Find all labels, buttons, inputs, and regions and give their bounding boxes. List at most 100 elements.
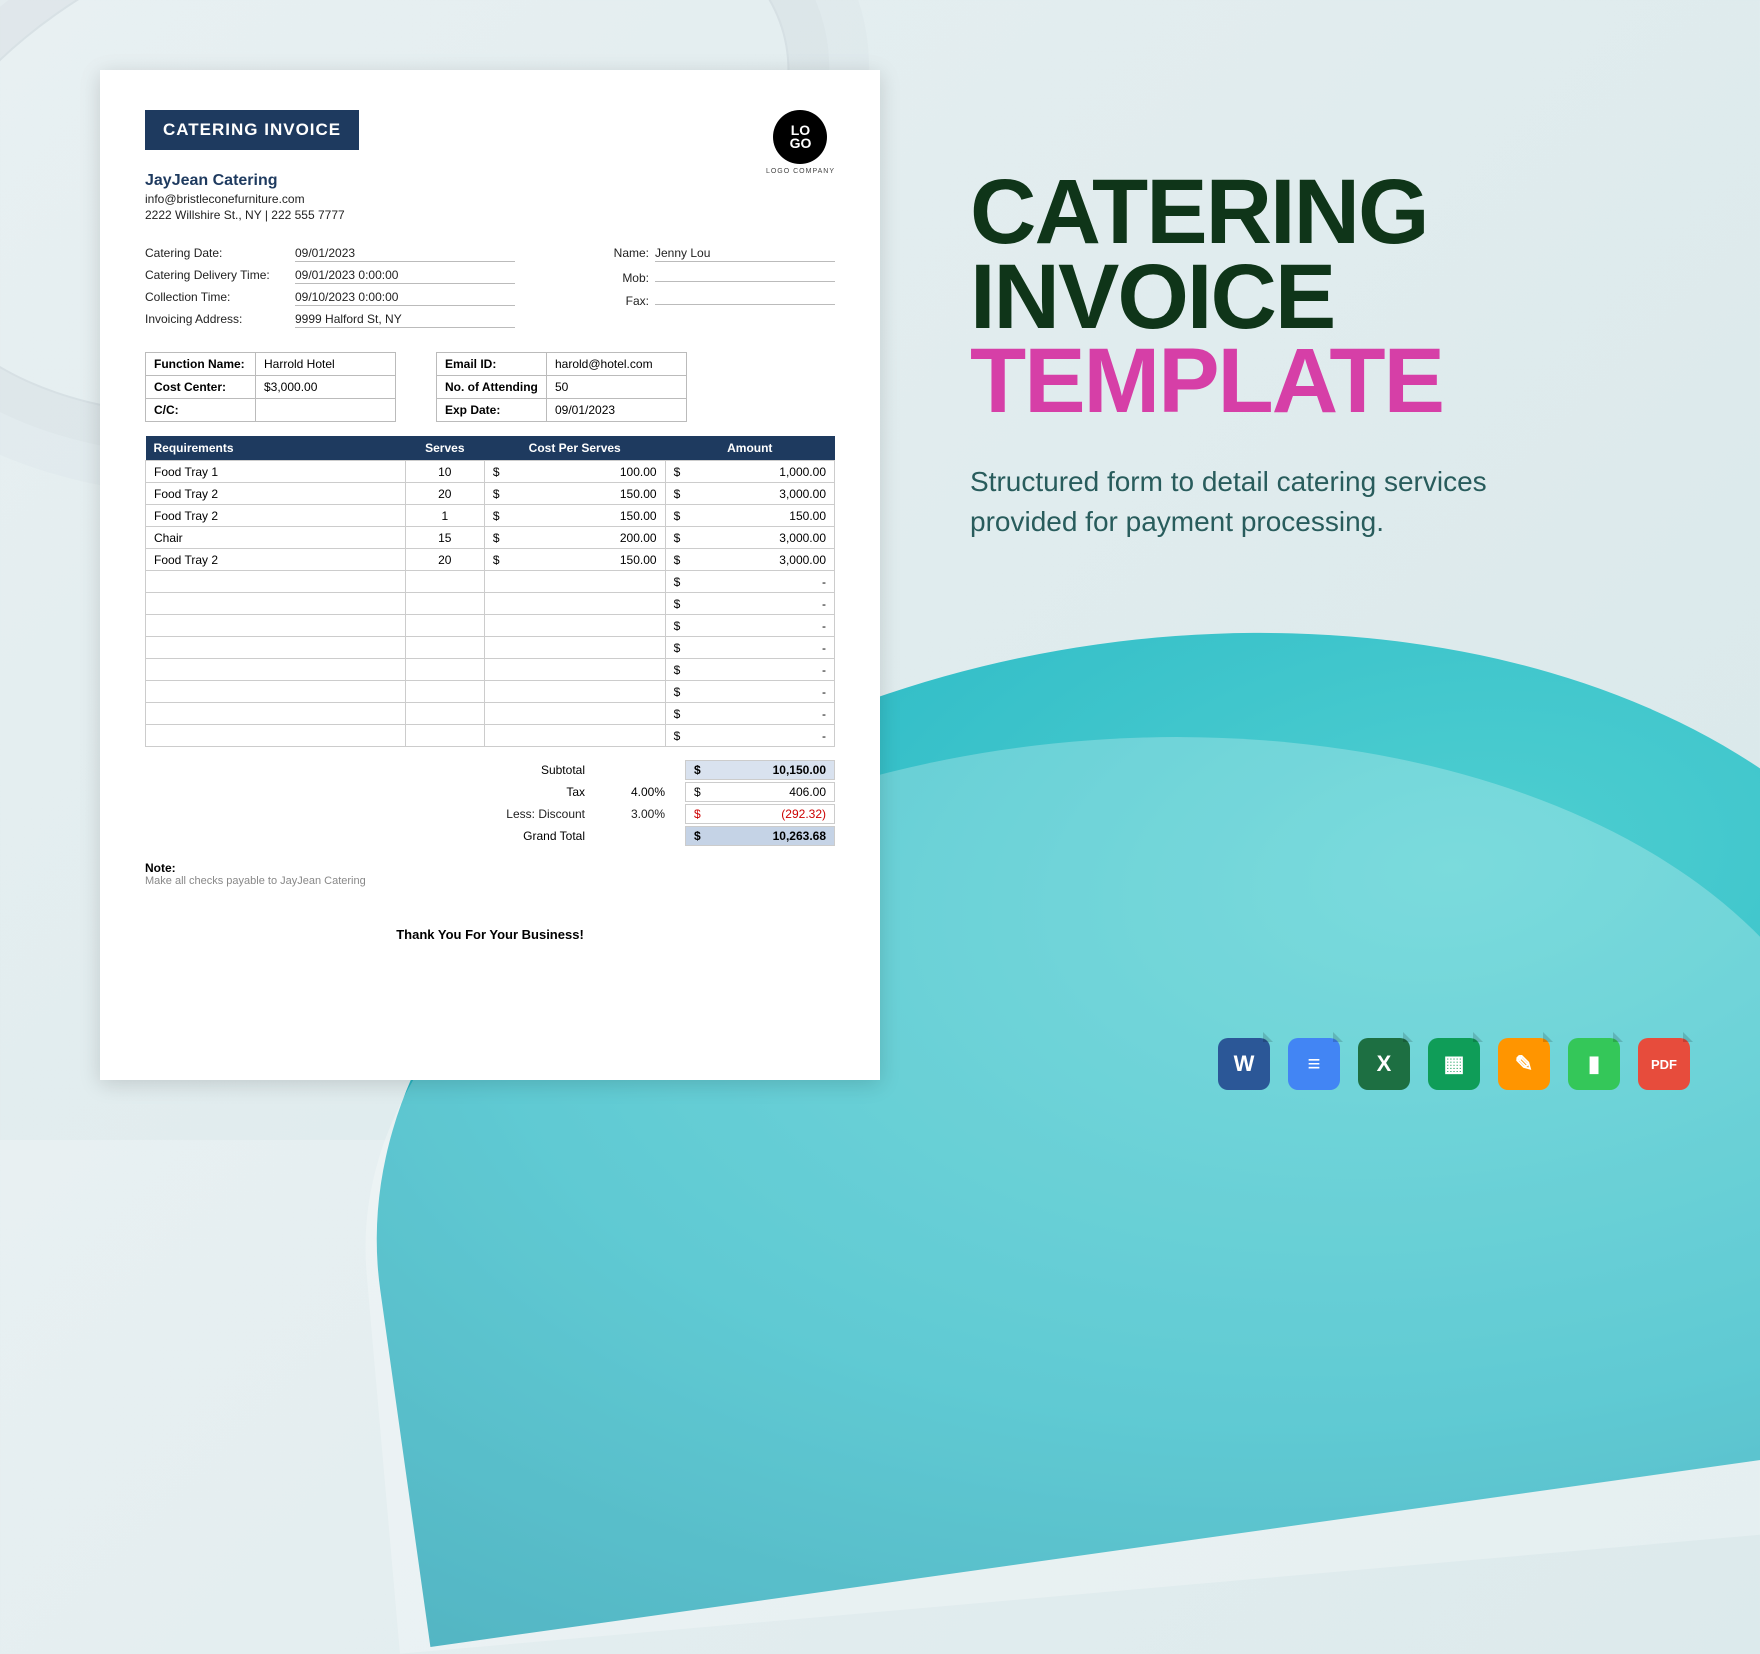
meta-value: 09/01/2023 0:00:00	[295, 268, 515, 284]
info-grid: Function Name:Harrold HotelCost Center:$…	[145, 352, 835, 422]
tax-row: Tax 4.00% $406.00	[455, 781, 835, 803]
promo-title: CATERING INVOICE TEMPLATE	[970, 170, 1670, 424]
company-email: info@bristleconefurniture.com	[145, 192, 835, 206]
thank-you: Thank You For Your Business!	[145, 927, 835, 942]
info-row: Function Name:Harrold Hotel	[146, 353, 396, 376]
tax-value: 406.00	[789, 785, 826, 799]
meta-label: Catering Date:	[145, 246, 295, 260]
item-cps: $100.00	[484, 461, 665, 483]
info-row: Email ID:harold@hotel.com	[437, 353, 687, 376]
meta-row: Collection Time:09/10/2023 0:00:00	[145, 290, 515, 306]
subtotal-value: 10,150.00	[773, 763, 826, 777]
invoice-badge: CATERING INVOICE	[145, 110, 359, 150]
meta-value: Jenny Lou	[655, 246, 835, 262]
promo-desc: Structured form to detail catering servi…	[970, 462, 1590, 543]
item-amount: $3,000.00	[665, 483, 834, 505]
meta-row: Mob:	[595, 268, 835, 285]
tax-pct: 4.00%	[615, 785, 685, 799]
meta-grid: Catering Date:09/01/2023Catering Deliver…	[145, 246, 835, 334]
meta-value: 9999 Halford St, NY	[295, 312, 515, 328]
item-row-empty: $-	[146, 571, 835, 593]
meta-value: 09/10/2023 0:00:00	[295, 290, 515, 306]
info-row: Exp Date:09/01/2023	[437, 399, 687, 422]
discount-value: (292.32)	[781, 807, 826, 821]
info-left-table: Function Name:Harrold HotelCost Center:$…	[145, 352, 396, 422]
subtotal-row: Subtotal $10,150.00	[455, 759, 835, 781]
meta-right: Name:Jenny LouMob:Fax:	[595, 246, 835, 334]
col-cost-per-serves: Cost Per Serves	[484, 436, 665, 461]
item-amount-empty: $-	[665, 681, 834, 703]
info-value	[256, 399, 396, 422]
info-row: Cost Center:$3,000.00	[146, 376, 396, 399]
col-amount: Amount	[665, 436, 834, 461]
item-req: Food Tray 1	[146, 461, 406, 483]
item-row-empty: $-	[146, 659, 835, 681]
meta-value	[655, 268, 835, 282]
sheets-format-icon[interactable]: ▦	[1428, 1038, 1480, 1090]
discount-row: Less: Discount 3.00% $(292.32)	[455, 803, 835, 825]
info-label: No. of Attending	[437, 376, 547, 399]
item-serves: 20	[405, 549, 484, 571]
col-requirements: Requirements	[146, 436, 406, 461]
info-value: 09/01/2023	[547, 399, 687, 422]
meta-row: Catering Date:09/01/2023	[145, 246, 515, 262]
meta-row: Catering Delivery Time:09/01/2023 0:00:0…	[145, 268, 515, 284]
meta-row: Invoicing Address:9999 Halford St, NY	[145, 312, 515, 328]
meta-value: 09/01/2023	[295, 246, 515, 262]
meta-label: Mob:	[595, 271, 655, 285]
numbers-format-icon[interactable]: ▮	[1568, 1038, 1620, 1090]
item-row-empty: $-	[146, 703, 835, 725]
item-amount: $3,000.00	[665, 549, 834, 571]
pages-format-icon[interactable]: ✎	[1498, 1038, 1550, 1090]
discount-pct: 3.00%	[615, 807, 685, 821]
item-cps: $200.00	[484, 527, 665, 549]
info-label: Exp Date:	[437, 399, 547, 422]
item-serves: 20	[405, 483, 484, 505]
meta-label: Catering Delivery Time:	[145, 268, 295, 282]
item-cps: $150.00	[484, 505, 665, 527]
items-table: Requirements Serves Cost Per Serves Amou…	[145, 436, 835, 747]
info-label: C/C:	[146, 399, 256, 422]
item-serves: 15	[405, 527, 484, 549]
word-format-icon[interactable]: W	[1218, 1038, 1270, 1090]
pdf-format-icon[interactable]: PDF	[1638, 1038, 1690, 1090]
col-serves: Serves	[405, 436, 484, 461]
invoice-document: CATERING INVOICE LO GO LOGO COMPANY JayJ…	[100, 70, 880, 1080]
logo-subtext: LOGO COMPANY	[766, 168, 835, 175]
info-value: 50	[547, 376, 687, 399]
item-serves: 10	[405, 461, 484, 483]
item-row-empty: $-	[146, 593, 835, 615]
info-value: $3,000.00	[256, 376, 396, 399]
excel-format-icon[interactable]: X	[1358, 1038, 1410, 1090]
item-cps: $150.00	[484, 483, 665, 505]
note-heading: Note:	[145, 861, 835, 875]
item-req: Food Tray 2	[146, 549, 406, 571]
item-row-empty: $-	[146, 615, 835, 637]
discount-label: Less: Discount	[455, 807, 615, 821]
info-right-table: Email ID:harold@hotel.comNo. of Attendin…	[436, 352, 687, 422]
item-amount-empty: $-	[665, 703, 834, 725]
meta-label: Fax:	[595, 294, 655, 308]
meta-value	[655, 291, 835, 305]
item-amount: $150.00	[665, 505, 834, 527]
item-row: Chair15$200.00$3,000.00	[146, 527, 835, 549]
item-row: Food Tray 220$150.00$3,000.00	[146, 549, 835, 571]
grand-total-row: Grand Total $10,263.68	[455, 825, 835, 847]
item-row-empty: $-	[146, 681, 835, 703]
docs-format-icon[interactable]: ≡	[1288, 1038, 1340, 1090]
meta-row: Fax:	[595, 291, 835, 308]
item-amount-empty: $-	[665, 571, 834, 593]
item-row: Food Tray 21$150.00$150.00	[146, 505, 835, 527]
note-block: Note: Make all checks payable to JayJean…	[145, 861, 835, 887]
info-value: Harrold Hotel	[256, 353, 396, 376]
note-text: Make all checks payable to JayJean Cater…	[145, 875, 835, 887]
item-row-empty: $-	[146, 725, 835, 747]
item-amount-empty: $-	[665, 659, 834, 681]
item-amount-empty: $-	[665, 593, 834, 615]
info-value: harold@hotel.com	[547, 353, 687, 376]
company-name: JayJean Catering	[145, 172, 835, 190]
item-amount-empty: $-	[665, 725, 834, 747]
info-row: C/C:	[146, 399, 396, 422]
item-req: Food Tray 2	[146, 483, 406, 505]
meta-label: Collection Time:	[145, 290, 295, 304]
